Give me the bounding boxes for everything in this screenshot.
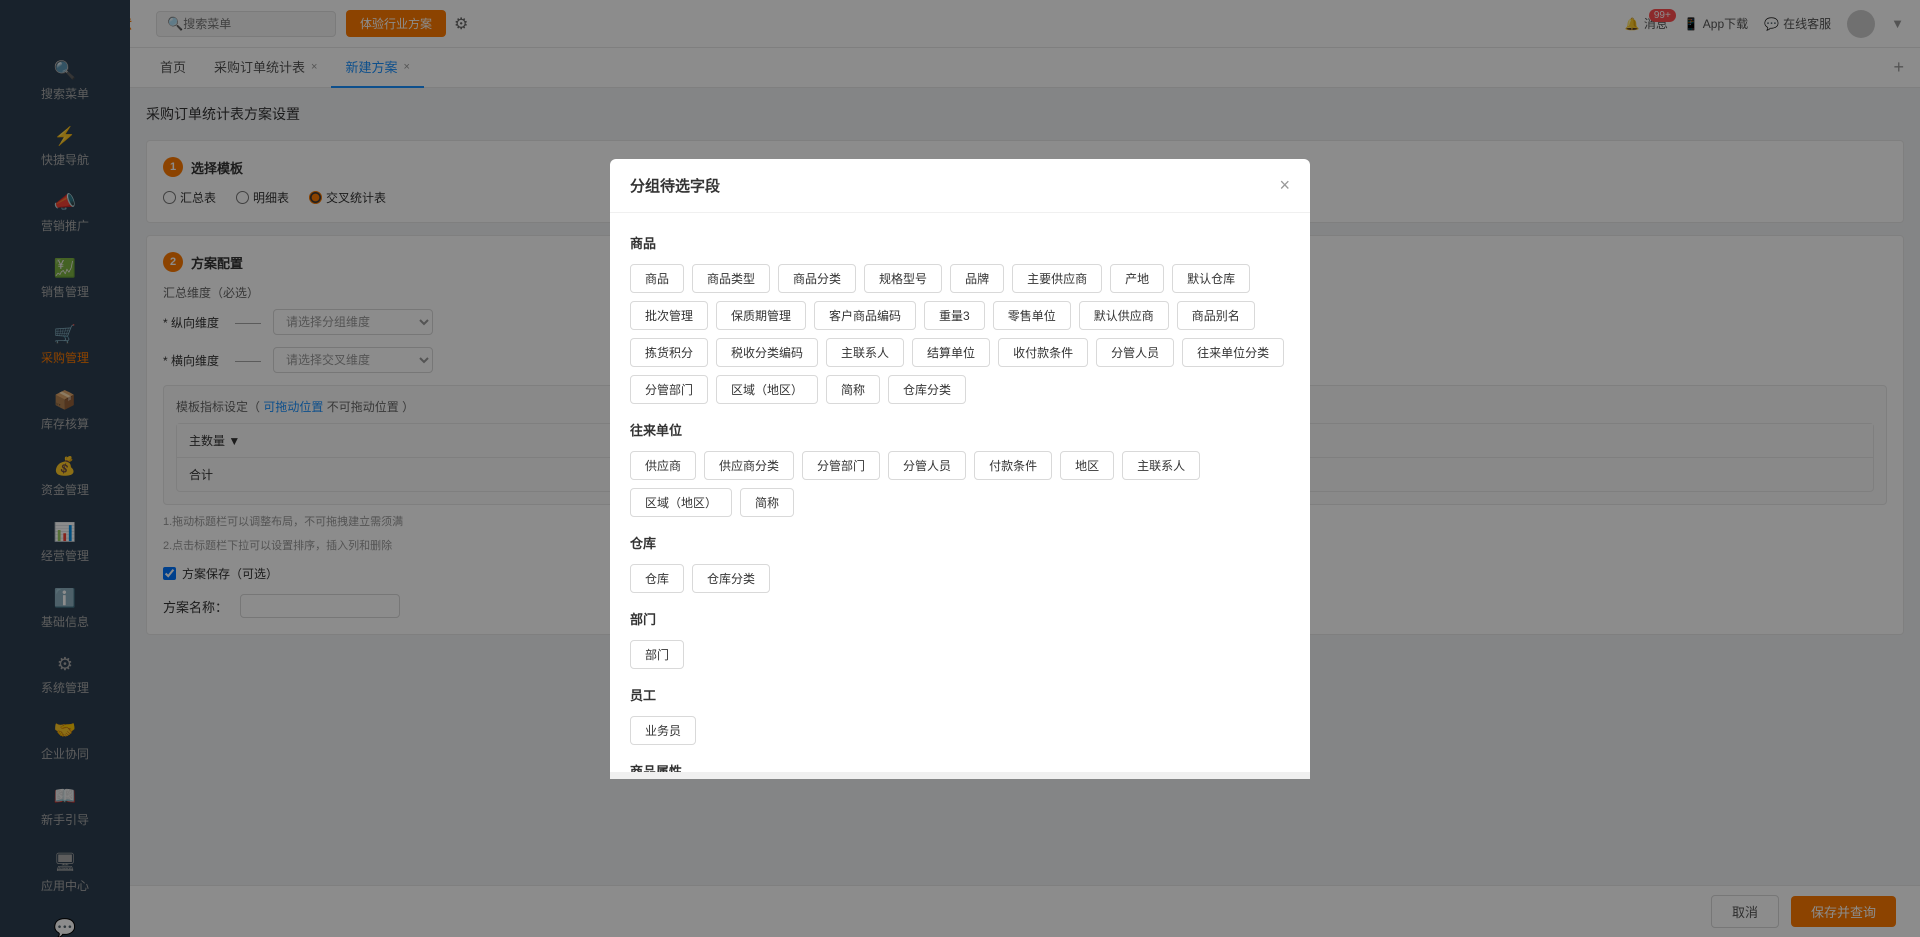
field-tag-0-2[interactable]: 商品分类 <box>778 264 856 293</box>
modal-section-fields-0: 商品商品类型商品分类规格型号品牌主要供应商产地默认仓库批次管理保质期管理客户商品… <box>630 264 1290 404</box>
field-tag-0-6[interactable]: 产地 <box>1110 264 1164 293</box>
field-tag-0-9[interactable]: 保质期管理 <box>716 301 806 330</box>
modal-horizontal-scrollbar[interactable] <box>610 772 1310 779</box>
modal-section-fields-3: 部门 <box>630 640 1290 669</box>
field-tag-1-6[interactable]: 主联系人 <box>1122 451 1200 480</box>
field-tag-0-15[interactable]: 拣货积分 <box>630 338 708 367</box>
field-tag-2-0[interactable]: 仓库 <box>630 564 684 593</box>
modal-body: 商品商品商品类型商品分类规格型号品牌主要供应商产地默认仓库批次管理保质期管理客户… <box>610 213 1310 772</box>
field-tag-1-4[interactable]: 付款条件 <box>974 451 1052 480</box>
modal-section-title-5: 商品属性 <box>630 761 1290 772</box>
field-tag-0-23[interactable]: 区域（地区） <box>716 375 818 404</box>
modal-section-fields-4: 业务员 <box>630 716 1290 745</box>
field-tag-0-10[interactable]: 客户商品编码 <box>814 301 916 330</box>
field-tag-1-5[interactable]: 地区 <box>1060 451 1114 480</box>
modal-dialog: 分组待选字段 × 商品商品商品类型商品分类规格型号品牌主要供应商产地默认仓库批次… <box>610 159 1310 779</box>
field-tag-4-0[interactable]: 业务员 <box>630 716 696 745</box>
field-tag-3-0[interactable]: 部门 <box>630 640 684 669</box>
modal-title: 分组待选字段 <box>630 175 720 196</box>
field-tag-0-7[interactable]: 默认仓库 <box>1172 264 1250 293</box>
field-tag-1-3[interactable]: 分管人员 <box>888 451 966 480</box>
field-tag-0-11[interactable]: 重量3 <box>924 301 985 330</box>
field-tag-0-22[interactable]: 分管部门 <box>630 375 708 404</box>
field-tag-0-4[interactable]: 品牌 <box>950 264 1004 293</box>
field-tag-0-0[interactable]: 商品 <box>630 264 684 293</box>
field-tag-2-1[interactable]: 仓库分类 <box>692 564 770 593</box>
modal-header: 分组待选字段 × <box>610 159 1310 213</box>
modal-section-title-2: 仓库 <box>630 533 1290 552</box>
field-tag-0-25[interactable]: 仓库分类 <box>888 375 966 404</box>
modal-section-title-1: 往来单位 <box>630 420 1290 439</box>
modal-section-fields-2: 仓库仓库分类 <box>630 564 1290 593</box>
field-tag-0-12[interactable]: 零售单位 <box>993 301 1071 330</box>
field-tag-0-21[interactable]: 往来单位分类 <box>1182 338 1284 367</box>
field-tag-1-0[interactable]: 供应商 <box>630 451 696 480</box>
modal-section-title-3: 部门 <box>630 609 1290 628</box>
field-tag-0-5[interactable]: 主要供应商 <box>1012 264 1102 293</box>
modal-close-button[interactable]: × <box>1279 176 1290 194</box>
field-tag-0-8[interactable]: 批次管理 <box>630 301 708 330</box>
field-tag-0-24[interactable]: 简称 <box>826 375 880 404</box>
field-tag-0-18[interactable]: 结算单位 <box>912 338 990 367</box>
field-tag-0-3[interactable]: 规格型号 <box>864 264 942 293</box>
field-tag-0-17[interactable]: 主联系人 <box>826 338 904 367</box>
modal-section-title-0: 商品 <box>630 233 1290 252</box>
modal-overlay[interactable]: 分组待选字段 × 商品商品商品类型商品分类规格型号品牌主要供应商产地默认仓库批次… <box>0 0 1920 937</box>
field-tag-0-14[interactable]: 商品别名 <box>1177 301 1255 330</box>
field-tag-0-1[interactable]: 商品类型 <box>692 264 770 293</box>
modal-section-title-4: 员工 <box>630 685 1290 704</box>
field-tag-1-8[interactable]: 简称 <box>740 488 794 517</box>
modal-section-fields-1: 供应商供应商分类分管部门分管人员付款条件地区主联系人区域（地区） 简称 <box>630 451 1290 517</box>
field-tag-0-20[interactable]: 分管人员 <box>1096 338 1174 367</box>
field-tag-0-16[interactable]: 税收分类编码 <box>716 338 818 367</box>
field-tag-1-2[interactable]: 分管部门 <box>802 451 880 480</box>
field-tag-0-19[interactable]: 收付款条件 <box>998 338 1088 367</box>
field-tag-0-13[interactable]: 默认供应商 <box>1079 301 1169 330</box>
field-tag-1-1[interactable]: 供应商分类 <box>704 451 794 480</box>
field-tag-1-7[interactable]: 区域（地区） <box>630 488 732 517</box>
